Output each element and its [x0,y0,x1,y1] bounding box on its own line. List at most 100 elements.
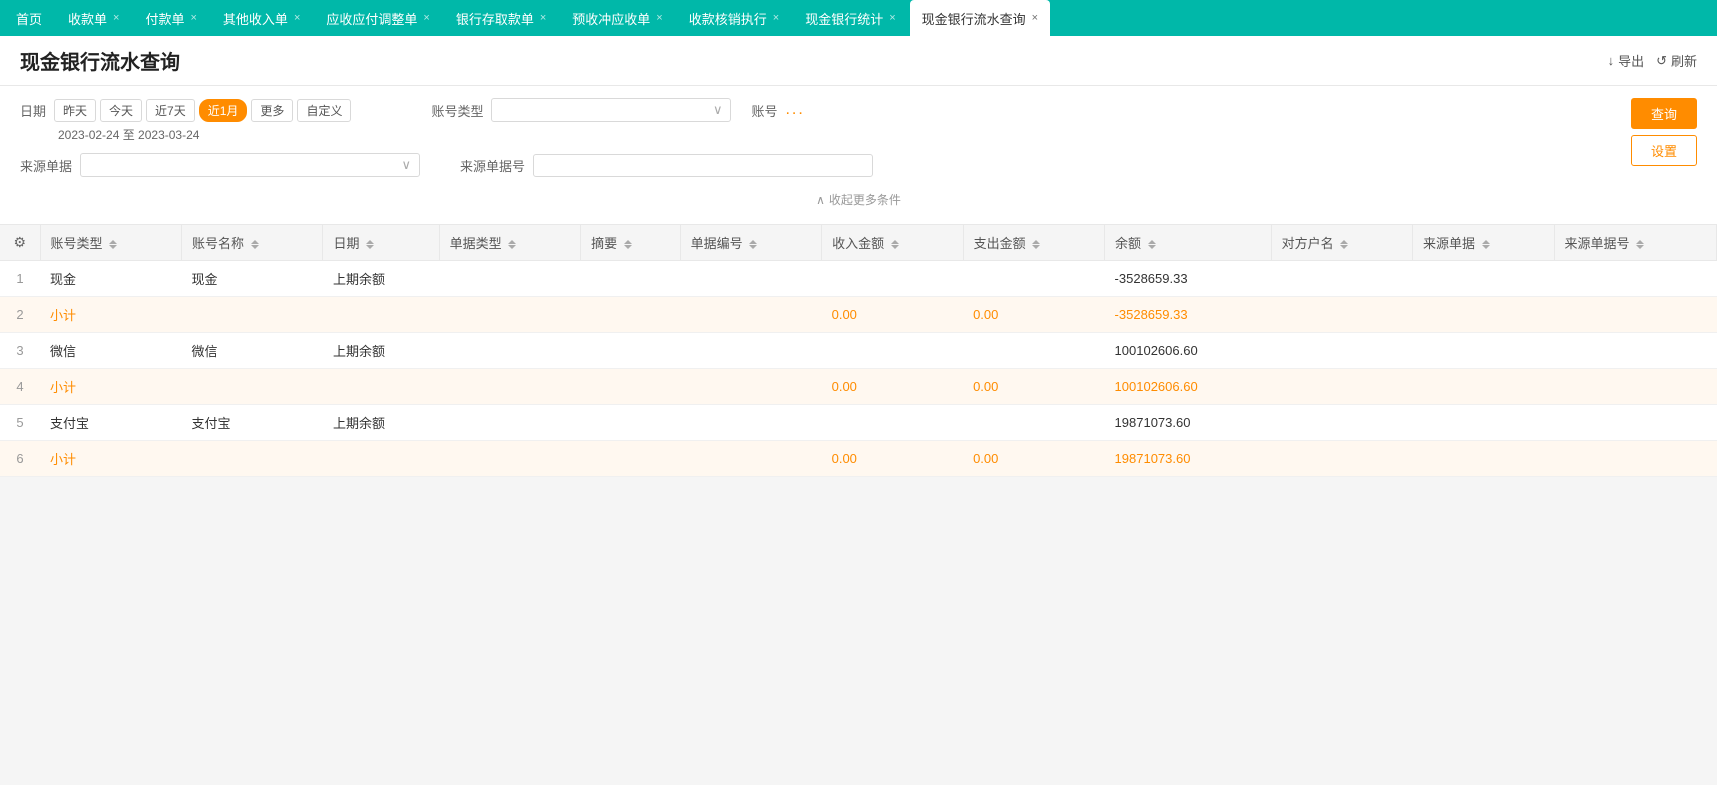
nav-home[interactable]: 首页 [4,9,54,28]
close-tab-3[interactable]: × [423,12,429,24]
cell-account-type: 小计 [40,297,181,333]
col-source-doc-no: 来源单据号 [1554,225,1717,261]
cell-doc-type [439,369,580,405]
cell-idx: 1 [0,261,40,297]
cell-balance: -3528659.33 [1105,261,1272,297]
nav-tab-5[interactable]: 预收冲应收单 × [560,0,674,36]
cell-idx: 2 [0,297,40,333]
date-options: 昨天 今天 近7天 近1月 更多 自定义 [54,99,351,122]
sort-icon-source-doc-no[interactable] [1636,240,1644,249]
cell-source-doc-no [1554,441,1717,477]
gear-icon[interactable]: ⚙ [13,234,26,250]
cell-balance: 100102606.60 [1105,333,1272,369]
cell-income: 0.00 [822,297,963,333]
close-tab-4[interactable]: × [540,12,546,24]
source-doc-select[interactable]: ∨ [80,153,420,177]
sort-icon-source-doc[interactable] [1482,240,1490,249]
export-button[interactable]: ↓ 导出 [1608,51,1645,70]
sort-icon-counterpart[interactable] [1340,240,1348,249]
nav-tab-3[interactable]: 应收应付调整单 × [314,0,441,36]
nav-tab-4[interactable]: 银行存取款单 × [444,0,558,36]
nav-tab-2[interactable]: 其他收入单 × [211,0,312,36]
cell-expense: 0.00 [963,297,1104,333]
cell-summary [581,441,681,477]
col-counterpart: 对方户名 [1271,225,1412,261]
date-btn-7days[interactable]: 近7天 [146,99,195,122]
cell-doc-no [680,333,821,369]
cell-idx: 4 [0,369,40,405]
filter-area: 日期 昨天 今天 近7天 近1月 更多 自定义 账号类型 ∨ [0,86,1717,225]
account-type-select[interactable]: ∨ [491,98,731,122]
cell-summary [581,297,681,333]
collapse-bar[interactable]: ∧ 收起更多条件 [20,187,1697,212]
close-tab-0[interactable]: × [113,12,119,24]
table-container: ⚙ 账号类型 账号名称 日期 [0,225,1717,477]
nav-tab-0[interactable]: 收款单 × [56,0,131,36]
nav-tab-6[interactable]: 收款核销执行 × [677,0,791,36]
account-type-label: 账号类型 [431,101,483,120]
cell-date: 上期余额 [323,333,439,369]
cell-account-name [181,369,322,405]
close-tab-1[interactable]: × [190,12,196,24]
date-btn-more[interactable]: 更多 [251,99,293,122]
page-header: 现金银行流水查询 ↓ 导出 ↺ 刷新 [0,36,1717,86]
col-date: 日期 [323,225,439,261]
sort-icon-summary[interactable] [624,240,632,249]
cell-income [822,333,963,369]
cell-source-doc [1413,333,1554,369]
date-btn-yesterday[interactable]: 昨天 [54,99,96,122]
col-gear[interactable]: ⚙ [0,225,40,261]
settings-button[interactable]: 设置 [1631,135,1697,166]
cell-account-name: 现金 [181,261,322,297]
table-row: 4小计0.000.00100102606.60 [0,369,1717,405]
date-btn-1month[interactable]: 近1月 [199,99,248,122]
date-btn-custom[interactable]: 自定义 [297,99,351,122]
cell-doc-type [439,441,580,477]
sort-icon-income[interactable] [891,240,899,249]
account-dots[interactable]: ... [785,101,804,119]
sort-icon-account-name[interactable] [251,240,259,249]
cell-source-doc-no [1554,333,1717,369]
nav-tab-7[interactable]: 现金银行统计 × [793,0,907,36]
close-tab-6[interactable]: × [773,12,779,24]
col-account-type: 账号类型 [40,225,181,261]
sort-icon-expense[interactable] [1032,240,1040,249]
cell-counterpart [1271,369,1412,405]
nav-tab-8[interactable]: 现金银行流水查询 × [910,0,1050,36]
close-tab-7[interactable]: × [889,12,895,24]
cell-doc-no [680,261,821,297]
page-title: 现金银行流水查询 [20,46,180,75]
sort-icon-balance[interactable] [1148,240,1156,249]
refresh-button[interactable]: ↺ 刷新 [1656,51,1697,70]
cell-idx: 5 [0,405,40,441]
cell-source-doc-no [1554,261,1717,297]
data-table: ⚙ 账号类型 账号名称 日期 [0,225,1717,477]
cell-counterpart [1271,261,1412,297]
sort-icon-date[interactable] [366,240,374,249]
close-tab-8[interactable]: × [1032,12,1038,24]
sort-icon-doc-no[interactable] [749,240,757,249]
close-tab-2[interactable]: × [294,12,300,24]
source-doc-no-input[interactable] [533,154,873,177]
close-tab-5[interactable]: × [656,12,662,24]
nav-tab-1[interactable]: 付款单 × [133,0,208,36]
cell-income [822,261,963,297]
cell-date [323,297,439,333]
cell-account-name: 支付宝 [181,405,322,441]
cell-account-name: 微信 [181,333,322,369]
date-btn-today[interactable]: 今天 [100,99,142,122]
action-buttons: 查询 设置 [1631,98,1697,166]
sort-icon-doc-type[interactable] [508,240,516,249]
col-account-name: 账号名称 [181,225,322,261]
top-nav: 首页 收款单 × 付款单 × 其他收入单 × 应收应付调整单 × 银行存取款单 … [0,0,1717,36]
cell-expense: 0.00 [963,441,1104,477]
account-label: 账号 [751,101,777,120]
cell-summary [581,369,681,405]
cell-idx: 6 [0,441,40,477]
cell-expense [963,261,1104,297]
cell-account-name [181,441,322,477]
sort-icon-account-type[interactable] [109,240,117,249]
query-button[interactable]: 查询 [1631,98,1697,129]
cell-counterpart [1271,441,1412,477]
cell-account-name [181,297,322,333]
